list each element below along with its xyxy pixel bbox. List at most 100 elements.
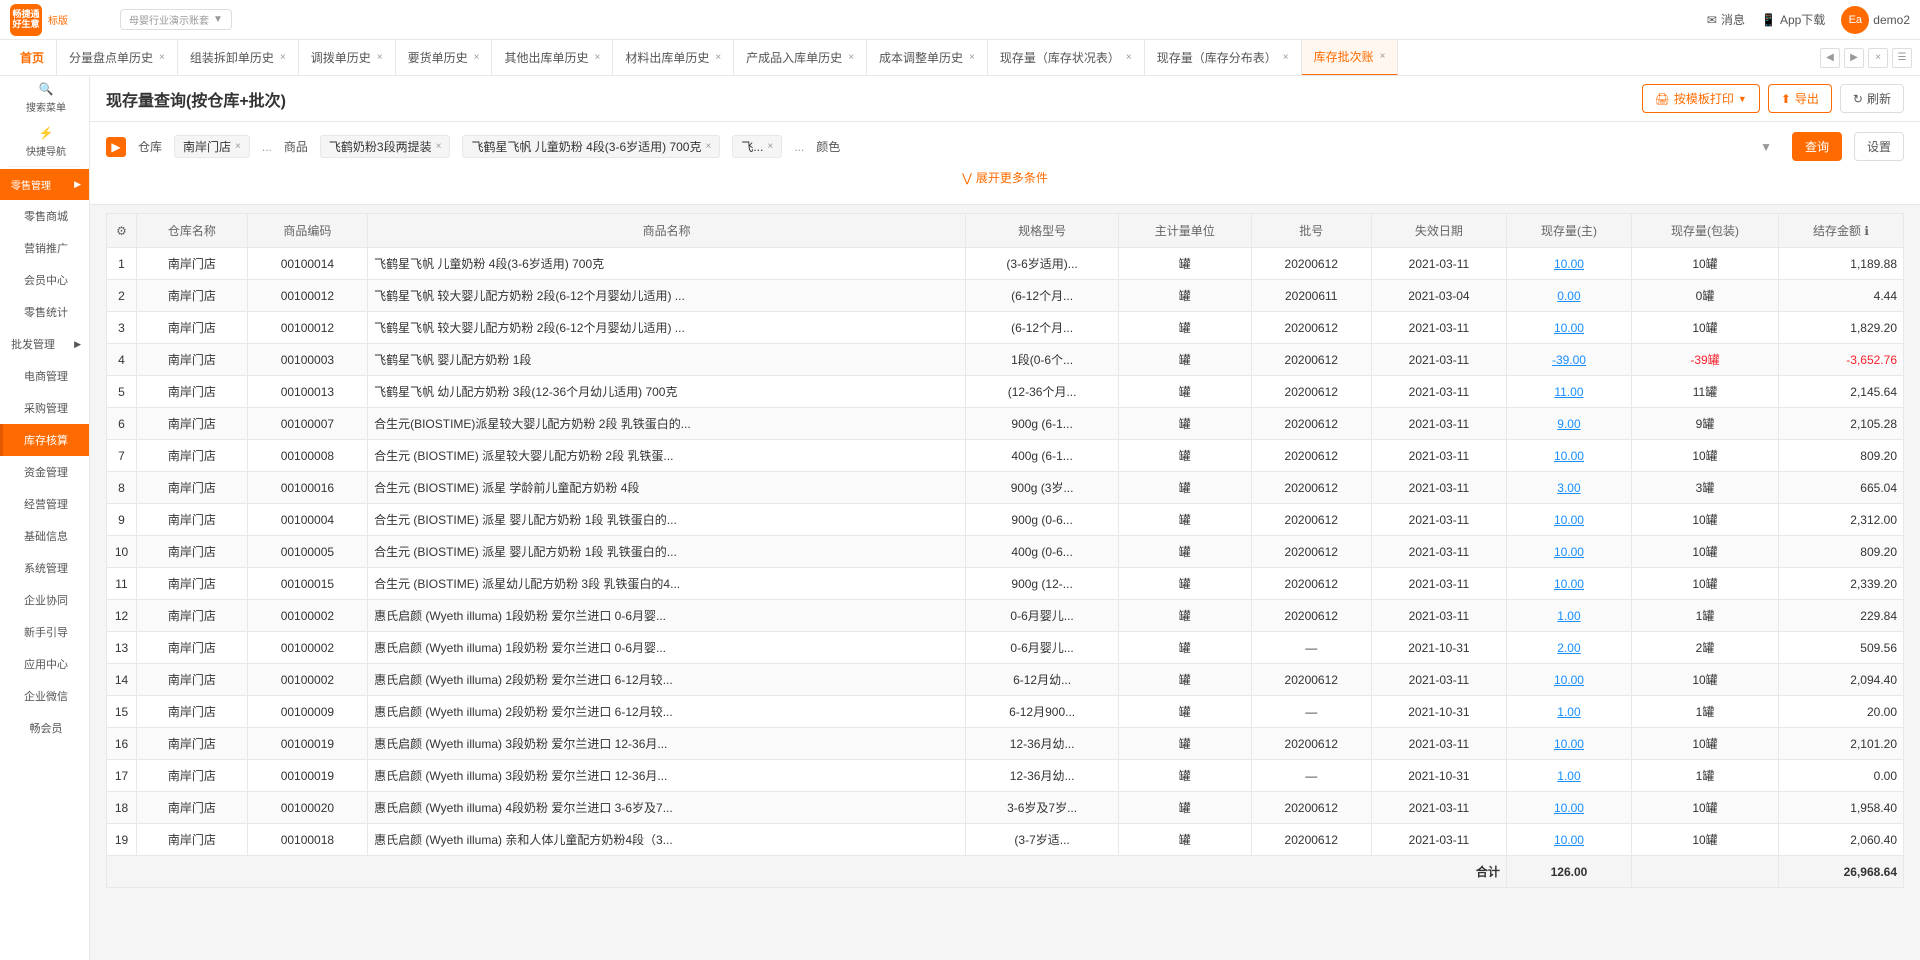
expand-conditions-btn[interactable]: ⋁ 展开更多条件 xyxy=(106,169,1904,186)
goods-ellipsis[interactable]: ... xyxy=(794,140,804,154)
cell-qty[interactable]: 10.00 xyxy=(1506,568,1631,600)
goods-tag-close-1[interactable]: × xyxy=(436,141,442,152)
tab-close[interactable]: × xyxy=(1380,51,1386,62)
cell-qty[interactable]: 10.00 xyxy=(1506,440,1631,472)
tab-close[interactable]: × xyxy=(474,52,480,63)
cell-qty[interactable]: 1.00 xyxy=(1506,600,1631,632)
goods-tag-close-2[interactable]: × xyxy=(705,141,711,152)
cell-qty[interactable]: 10.00 xyxy=(1506,312,1631,344)
filter-expand-icon[interactable]: ▶ xyxy=(106,137,126,157)
col-settings[interactable]: ⚙ xyxy=(107,214,137,248)
warehouse-tag-close[interactable]: × xyxy=(235,141,241,152)
tab-cailiaochuku[interactable]: 材料出库单历史 × xyxy=(613,40,734,76)
sidebar-item-purchase[interactable]: 采购管理 xyxy=(0,392,89,424)
tab-close[interactable]: × xyxy=(377,52,383,63)
tab-yaohuo[interactable]: 要货单历史 × xyxy=(396,40,493,76)
cell-qty[interactable]: 10.00 xyxy=(1506,824,1631,856)
sidebar-item-ecommerce[interactable]: 电商管理 xyxy=(0,360,89,392)
tab-close[interactable]: × xyxy=(594,52,600,63)
quick-nav[interactable]: ⚡ 快捷导航 xyxy=(0,120,89,164)
tab-chengpinruku[interactable]: 产成品入库单历史 × xyxy=(734,40,867,76)
tab-close[interactable]: × xyxy=(969,52,975,63)
tab-pizhang[interactable]: 库存批次账 × xyxy=(1302,40,1399,76)
cell-qty[interactable]: 11.00 xyxy=(1506,376,1631,408)
cell-pkg: 10罐 xyxy=(1632,568,1779,600)
col-batch: 批号 xyxy=(1251,214,1371,248)
sidebar-item-basic-info[interactable]: 基础信息 xyxy=(0,520,89,552)
tab-qitachuku[interactable]: 其他出库单历史 × xyxy=(492,40,613,76)
user-area[interactable]: Ea demo2 xyxy=(1841,6,1910,34)
cell-qty[interactable]: 10.00 xyxy=(1506,504,1631,536)
color-dropdown[interactable]: ▼ xyxy=(1760,140,1772,154)
sidebar-item-member[interactable]: 畅会员 xyxy=(0,712,89,744)
tab-xiancunliang-zhuangkuang[interactable]: 现存量（库存状况表）× xyxy=(988,40,1145,76)
warehouse-filter-tag[interactable]: 南岸门店 × xyxy=(174,135,250,158)
tab-xiancunliang-fenbu[interactable]: 现存量（库存分布表）× xyxy=(1145,40,1302,76)
tab-close[interactable]: × xyxy=(1126,52,1132,63)
sidebar-item-wechat[interactable]: 企业微信 xyxy=(0,680,89,712)
cell-qty[interactable]: 10.00 xyxy=(1506,536,1631,568)
table-row: 11南岸门店00100015合生元 (BIOSTIME) 派星幼儿配方奶粉 3段… xyxy=(107,568,1904,600)
settings-btn[interactable]: 设置 xyxy=(1854,132,1904,161)
app-download-btn[interactable]: 📱 App下载 xyxy=(1761,11,1825,28)
cell-name: 惠氏启颜 (Wyeth illuma) 1段奶粉 爱尔兰进口 0-6月婴... xyxy=(368,600,966,632)
sidebar-item-retail-stats[interactable]: 零售统计 xyxy=(0,296,89,328)
filter-toggle[interactable]: ▶ xyxy=(106,137,126,157)
sidebar-item-app-center[interactable]: 应用中心 xyxy=(0,648,89,680)
sidebar-item-enterprise[interactable]: 企业协同 xyxy=(0,584,89,616)
tab-close[interactable]: × xyxy=(1283,52,1289,63)
tab-close[interactable]: × xyxy=(715,52,721,63)
cell-qty[interactable]: 3.00 xyxy=(1506,472,1631,504)
export-btn[interactable]: ⬆ 导出 xyxy=(1768,84,1832,113)
cell-pkg: 10罐 xyxy=(1632,728,1779,760)
goods-tag-close-3[interactable]: × xyxy=(767,141,773,152)
tab-close-btn[interactable]: × xyxy=(1868,48,1888,68)
goods-filter-tag-3[interactable]: 飞... × xyxy=(732,135,782,158)
tab-prev-btn[interactable]: ◀ xyxy=(1820,48,1840,68)
cell-unit: 罐 xyxy=(1119,312,1251,344)
tab-zuzhuangchaijian[interactable]: 组装拆卸单历史 × xyxy=(178,40,299,76)
refresh-btn[interactable]: ↻ 刷新 xyxy=(1840,84,1904,113)
cell-qty[interactable]: 10.00 xyxy=(1506,792,1631,824)
warehouse-ellipsis[interactable]: ... xyxy=(262,140,272,154)
sidebar-item-system[interactable]: 系统管理 xyxy=(0,552,89,584)
table-row: 9南岸门店00100004合生元 (BIOSTIME) 派星 婴儿配方奶粉 1段… xyxy=(107,504,1904,536)
goods-filter-tag-2[interactable]: 飞鹤星飞帆 儿童奶粉 4段(3-6岁适用) 700克 × xyxy=(462,135,720,158)
company-selector[interactable]: 母婴行业演示账套 ▼ xyxy=(120,9,232,30)
tab-close[interactable]: × xyxy=(159,52,165,63)
messages-btn[interactable]: ✉ 消息 xyxy=(1707,11,1745,28)
sidebar-item-wholesale[interactable]: 批发管理 ▶ xyxy=(0,328,89,360)
tab-chengbentiaozheng[interactable]: 成本调整单历史 × xyxy=(867,40,988,76)
cell-qty[interactable]: 2.00 xyxy=(1506,632,1631,664)
cell-no: 3 xyxy=(107,312,137,344)
cell-qty[interactable]: -39.00 xyxy=(1506,344,1631,376)
tab-diaobo[interactable]: 调拨单历史 × xyxy=(299,40,396,76)
cell-qty[interactable]: 1.00 xyxy=(1506,760,1631,792)
sidebar-item-marketing[interactable]: 营销推广 xyxy=(0,232,89,264)
goods-filter-tag-1[interactable]: 飞鹤奶粉3段两提装 × xyxy=(320,135,451,158)
cell-qty[interactable]: 10.00 xyxy=(1506,248,1631,280)
cell-qty[interactable]: 10.00 xyxy=(1506,664,1631,696)
sidebar-item-membership[interactable]: 会员中心 xyxy=(0,264,89,296)
tab-next-btn[interactable]: ▶ xyxy=(1844,48,1864,68)
cell-spec: (6-12个月... xyxy=(966,312,1119,344)
sidebar-item-operations[interactable]: 经营管理 xyxy=(0,488,89,520)
print-btn[interactable]: 🖨 按模板打印 ▼ xyxy=(1642,84,1760,113)
cell-qty[interactable]: 0.00 xyxy=(1506,280,1631,312)
search-btn[interactable]: 查询 xyxy=(1792,132,1842,161)
tab-fenliangpandian[interactable]: 分量盘点单历史 × xyxy=(57,40,178,76)
sidebar-item-inventory[interactable]: 库存核算 xyxy=(0,424,89,456)
tab-close[interactable]: × xyxy=(280,52,286,63)
tab-close[interactable]: × xyxy=(848,52,854,63)
cell-batch: — xyxy=(1251,632,1371,664)
search-menu[interactable]: 🔍 搜索菜单 xyxy=(0,76,89,120)
cell-qty[interactable]: 10.00 xyxy=(1506,728,1631,760)
cell-qty[interactable]: 1.00 xyxy=(1506,696,1631,728)
tab-more-btn[interactable]: ☰ xyxy=(1892,48,1912,68)
sidebar-item-newbie[interactable]: 新手引导 xyxy=(0,616,89,648)
sidebar-item-retail-management[interactable]: 零售管理 ▶ xyxy=(0,169,89,200)
tab-home[interactable]: 首页 xyxy=(8,40,57,76)
sidebar-item-retail-mall[interactable]: 零售商城 xyxy=(0,200,89,232)
sidebar-item-finance[interactable]: 资金管理 xyxy=(0,456,89,488)
cell-qty[interactable]: 9.00 xyxy=(1506,408,1631,440)
